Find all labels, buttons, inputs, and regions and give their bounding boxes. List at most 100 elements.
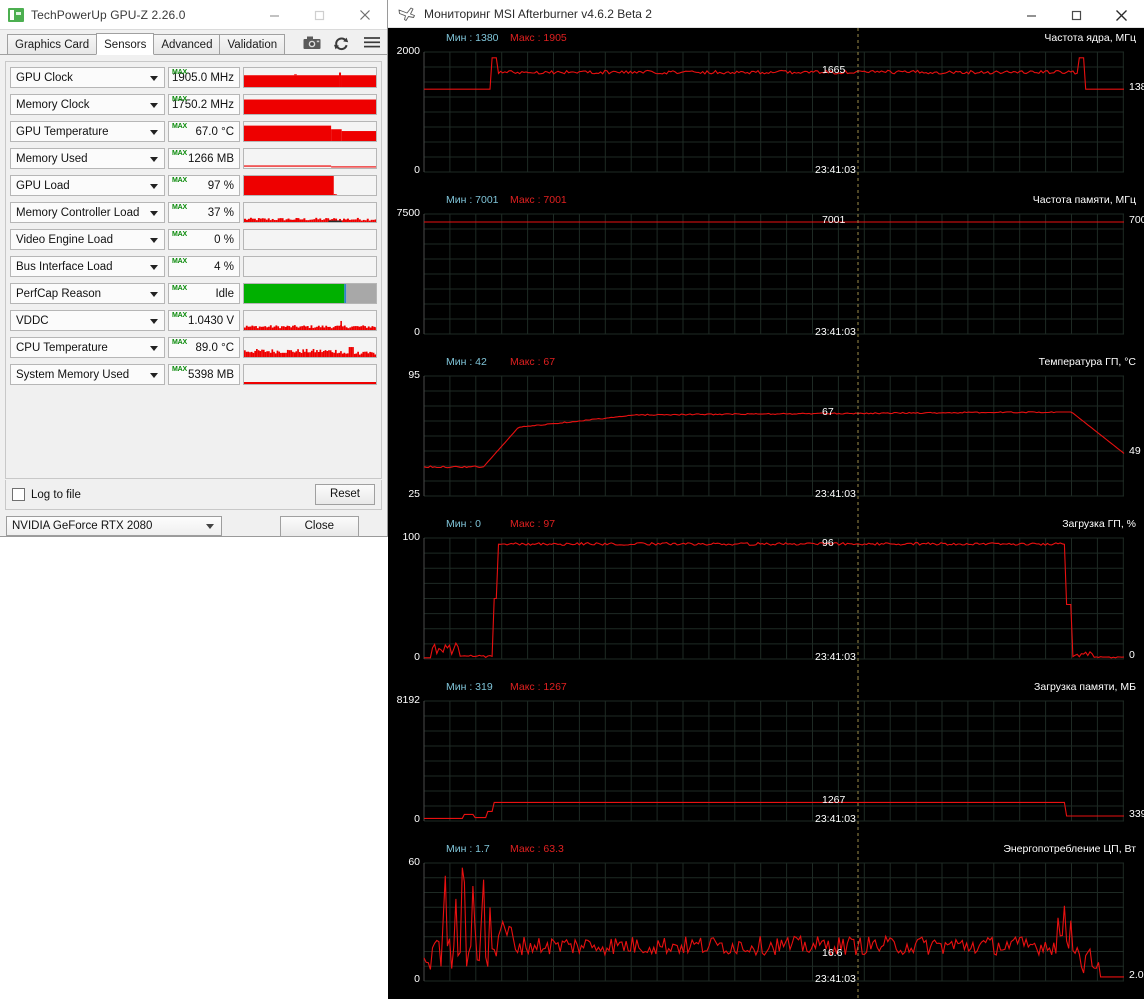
sensor-value-text: 37 % — [207, 206, 234, 219]
maximize-icon[interactable] — [297, 0, 342, 30]
log-to-file-label: Log to file — [31, 488, 81, 501]
afterburner-window: Мониторинг MSI Afterburner v4.6.2 Beta 2… — [388, 0, 1144, 999]
sensor-name-dropdown[interactable]: Memory Used — [10, 148, 165, 169]
sensor-mini-graph — [243, 148, 377, 169]
graph-pane[interactable]: Мин : 42 Макс : 67 Температура ГП, °C 95 25 6… — [388, 352, 1144, 514]
hamburger-menu-icon[interactable] — [363, 36, 381, 52]
sensor-value: MAX 5398 MB — [168, 364, 240, 385]
sensor-value-text: 1266 MB — [187, 152, 234, 165]
max-badge: MAX — [172, 366, 187, 373]
sensor-value-text: 4 % — [214, 260, 234, 273]
graph-pane[interactable]: Мин : 0 Макс : 97 Загрузка ГП, % 100 0 96 0 23:… — [388, 514, 1144, 677]
chevron-down-icon — [150, 345, 158, 351]
maximize-icon[interactable] — [1054, 0, 1099, 30]
chevron-down-icon — [150, 210, 158, 216]
sensor-name-dropdown[interactable]: Memory Controller Load — [10, 202, 165, 223]
max-badge: MAX — [172, 150, 187, 157]
minimize-icon[interactable] — [1009, 0, 1054, 30]
sensor-row: Memory Controller Load MAX 37 % — [10, 201, 377, 224]
sensor-row: VDDC MAX 1.0430 V — [10, 309, 377, 332]
sensor-name-dropdown[interactable]: Video Engine Load — [10, 229, 165, 250]
sensor-mini-graph — [243, 202, 377, 223]
sensor-row: Bus Interface Load MAX 4 % — [10, 255, 377, 278]
max-badge: MAX — [172, 258, 187, 265]
msi-afterburner-jet-icon — [398, 6, 416, 22]
chevron-down-icon — [150, 237, 158, 243]
max-badge: MAX — [172, 204, 187, 211]
sensor-name-label: CPU Temperature — [16, 341, 108, 354]
gpuz-log-row: Log to file Reset — [5, 480, 382, 510]
sensor-mini-graph — [243, 337, 377, 358]
sensor-list: GPU Clock MAX 1905.0 MHz Memory Clock MAX 175… — [5, 61, 382, 479]
max-badge: MAX — [172, 231, 187, 238]
sensor-value-text: 5398 MB — [187, 368, 234, 381]
sensor-name-dropdown[interactable]: Memory Clock — [10, 94, 165, 115]
sensor-row: GPU Clock MAX 1905.0 MHz — [10, 66, 377, 89]
gpu-select-dropdown[interactable]: NVIDIA GeForce RTX 2080 — [6, 516, 222, 536]
sensor-value: MAX 97 % — [168, 175, 240, 196]
sensor-name-label: GPU Clock — [16, 71, 73, 84]
sensor-value-text: 97 % — [207, 179, 234, 192]
close-icon[interactable] — [1099, 0, 1144, 30]
tab-graphics-card[interactable]: Graphics Card — [7, 34, 98, 54]
tab-sensors[interactable]: Sensors — [96, 33, 155, 55]
chevron-down-icon — [150, 75, 158, 81]
graph-pane[interactable]: Мин : 1.7 Макс : 63.3 Энергопотребление ЦП… — [388, 839, 1144, 999]
sensor-row: System Memory Used MAX 5398 MB — [10, 363, 377, 386]
gpuz-window-controls — [252, 0, 387, 30]
gpuz-bottom-bar: NVIDIA GeForce RTX 2080 Close — [0, 513, 387, 539]
sensor-name-dropdown[interactable]: VDDC — [10, 310, 165, 331]
reset-button[interactable]: Reset — [314, 484, 375, 505]
graph-pane[interactable]: Мин : 7001 Макс : 7001 Частота памяти, МГц… — [388, 190, 1144, 352]
afterburner-graph-stack[interactable]: Мин : 1380 Макс : 1905 Частота ядра, МГц 20… — [388, 28, 1144, 999]
close-button[interactable]: Close — [279, 515, 359, 537]
sensor-name-label: GPU Load — [16, 179, 70, 192]
sensor-name-dropdown[interactable]: PerfCap Reason — [10, 283, 165, 304]
sensor-name-dropdown[interactable]: GPU Load — [10, 175, 165, 196]
gpuz-sensors-body: GPU Clock MAX 1905.0 MHz Memory Clock MAX 175… — [0, 60, 387, 539]
max-badge: MAX — [172, 285, 187, 292]
tab-validation[interactable]: Validation — [219, 34, 286, 54]
camera-icon[interactable] — [303, 36, 321, 52]
sensor-name-dropdown[interactable]: Bus Interface Load — [10, 256, 165, 277]
sensor-row: Memory Used MAX 1266 MB — [10, 147, 377, 170]
tab-advanced[interactable]: Advanced — [153, 34, 221, 54]
sensor-name-label: Memory Clock — [16, 98, 90, 111]
max-badge: MAX — [172, 177, 187, 184]
afterburner-window-controls — [1009, 0, 1144, 30]
log-to-file-checkbox[interactable] — [12, 488, 25, 501]
chevron-down-icon — [206, 524, 214, 529]
max-badge: MAX — [172, 69, 187, 76]
sensor-mini-graph — [243, 229, 377, 250]
sensor-name-dropdown[interactable]: System Memory Used — [10, 364, 165, 385]
graph-pane[interactable]: Мин : 319 Макс : 1267 Загрузка памяти, МБ 8… — [388, 677, 1144, 839]
sensor-name-label: Bus Interface Load — [16, 260, 113, 273]
sensor-mini-graph — [243, 94, 377, 115]
sensor-row: PerfCap Reason MAX Idle — [10, 282, 377, 305]
sensor-value: MAX 0 % — [168, 229, 240, 250]
max-badge: MAX — [172, 123, 187, 130]
sensor-name-dropdown[interactable]: CPU Temperature — [10, 337, 165, 358]
sensor-mini-graph — [243, 175, 377, 196]
sensor-mini-graph — [243, 310, 377, 331]
chevron-down-icon — [150, 156, 158, 162]
screen-root: TechPowerUp GPU-Z 2.26.0 Graphics Card S… — [0, 0, 1144, 999]
chevron-down-icon — [150, 183, 158, 189]
sensor-value: MAX 1750.2 MHz — [168, 94, 240, 115]
sensor-value: MAX 67.0 °C — [168, 121, 240, 142]
graph-pane[interactable]: Мин : 1380 Макс : 1905 Частота ядра, МГц 20… — [388, 28, 1144, 190]
sensor-mini-graph — [243, 121, 377, 142]
sensor-name-label: Memory Controller Load — [16, 206, 140, 219]
sensor-value: MAX 1905.0 MHz — [168, 67, 240, 88]
sensor-name-dropdown[interactable]: GPU Temperature — [10, 121, 165, 142]
sensor-name-label: PerfCap Reason — [16, 287, 102, 300]
minimize-icon[interactable] — [252, 0, 297, 30]
max-badge: MAX — [172, 312, 187, 319]
close-icon[interactable] — [342, 0, 387, 30]
sensor-value-text: 0 % — [214, 233, 234, 246]
sensor-value: MAX 89.0 °C — [168, 337, 240, 358]
sensor-name-label: Memory Used — [16, 152, 88, 165]
sensor-name-dropdown[interactable]: GPU Clock — [10, 67, 165, 88]
chevron-down-icon — [150, 264, 158, 270]
refresh-icon[interactable] — [333, 36, 351, 52]
